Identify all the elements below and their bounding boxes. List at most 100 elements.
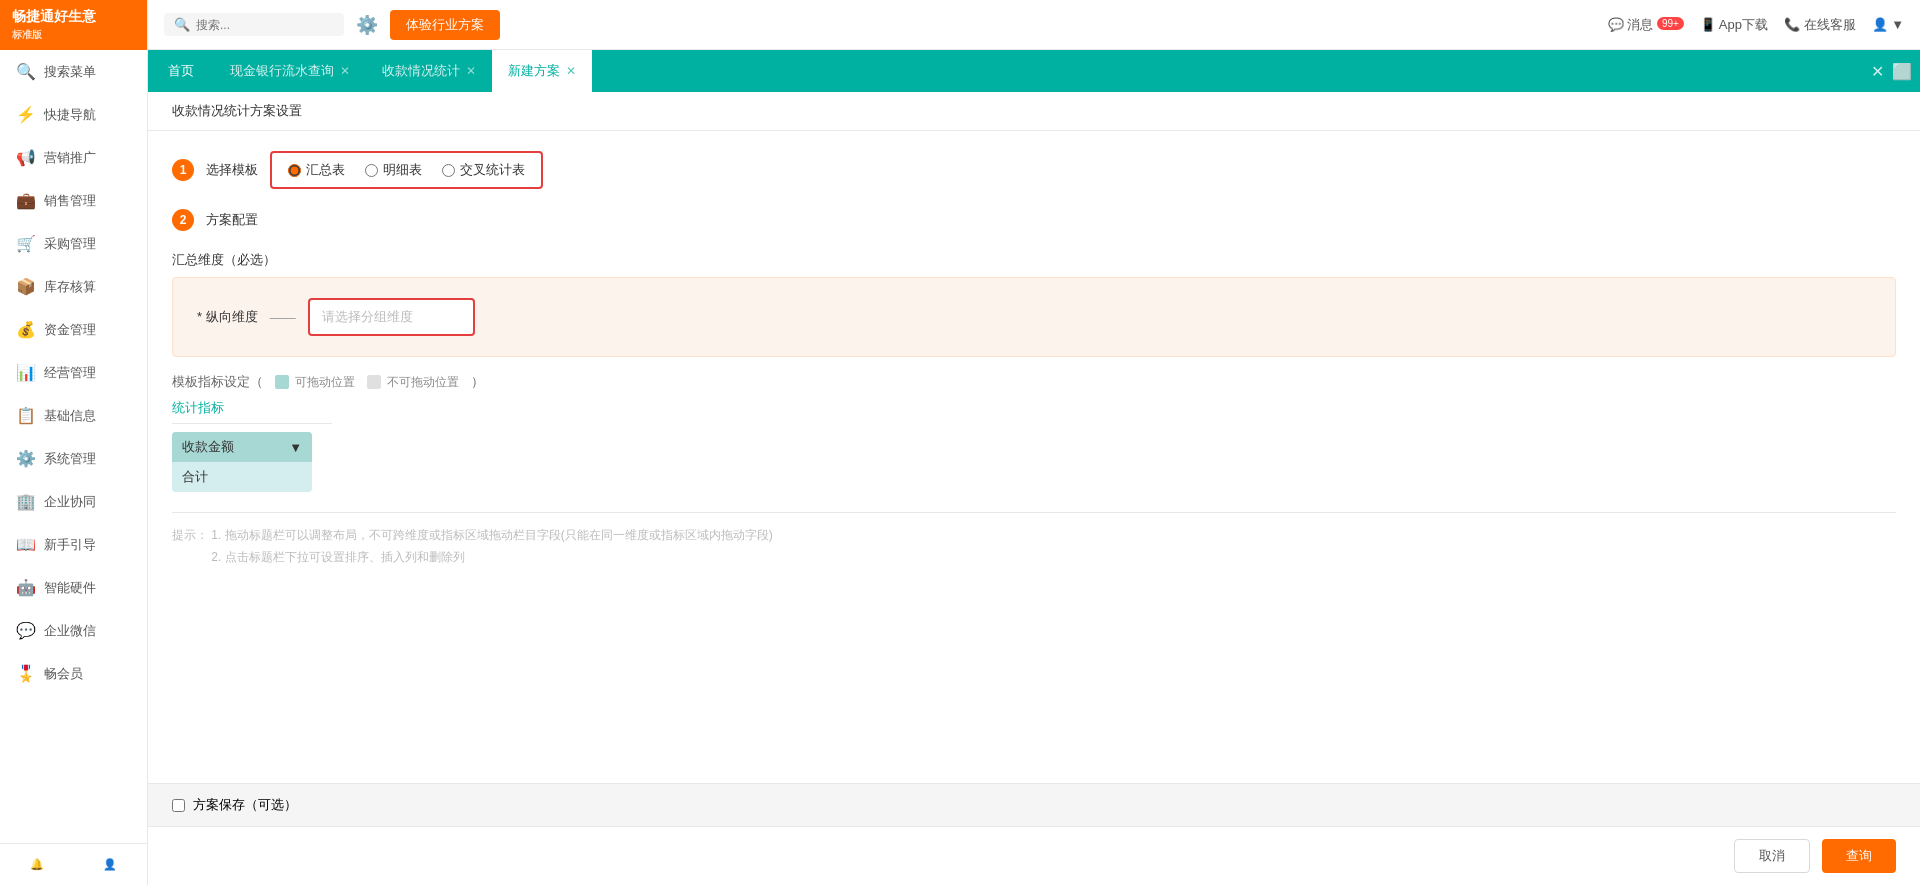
sidebar: 畅捷通好生意 标准版 🔍 搜索菜单 ⚡ 快捷导航 📢营销推广 💼 销售管理 🛒 采购管理 📦库存核…	[0, 0, 148, 885]
sidebar-item-3[interactable]: 💼 销售管理	[0, 179, 147, 222]
close-newplan-icon[interactable]: ✕	[566, 64, 576, 78]
sidebar-bottom: 🔔 👤	[0, 843, 147, 885]
dim-select[interactable]: 请选择分组维度	[308, 298, 475, 336]
metrics-header: 模板指标设定（ 可拖动位置 不可拖动位置 ）	[172, 373, 1896, 391]
save-checkbox[interactable]	[172, 799, 185, 812]
maximize-icon[interactable]: ⬜	[1892, 62, 1912, 81]
sidebar-label-1: 快捷导航	[44, 106, 96, 124]
sidebar-label-13: 企业微信	[44, 622, 96, 640]
step2-circle: 2	[172, 209, 194, 231]
close-window-icon[interactable]: ✕	[1871, 62, 1884, 81]
sidebar-label-9: 系统管理	[44, 450, 96, 468]
tip-2: 2. 点击标题栏下拉可设置排序、插入列和删除列	[172, 547, 1896, 569]
footer-bar: 取消 查询	[148, 826, 1920, 885]
metric-name: 收款金额	[182, 438, 234, 456]
sidebar-label-0: 搜索菜单	[44, 63, 96, 81]
page-title: 收款情况统计方案设置	[148, 92, 1920, 131]
sidebar-item-2[interactable]: 📢营销推广	[0, 136, 147, 179]
sidebar-icon-2: 📢	[16, 148, 36, 167]
tab-new-plan[interactable]: 新建方案 ✕	[492, 50, 592, 92]
sidebar-item-14[interactable]: 🎖️畅会员	[0, 652, 147, 695]
download-icon[interactable]: 📱 App下载	[1700, 16, 1768, 34]
config-section: 汇总维度（必选） * 纵向维度 —— 请选择分组维度 模板指标设定（	[172, 251, 1896, 580]
step2-row: 2 方案配置	[172, 209, 1896, 231]
sidebar-item-11[interactable]: 📖 新手引导	[0, 523, 147, 566]
sidebar-icon-7: 📊	[16, 363, 36, 382]
sidebar-label-11: 新手引导	[44, 536, 96, 554]
sidebar-item-12[interactable]: 🤖智能硬件	[0, 566, 147, 609]
sidebar-icon-5: 📦	[16, 277, 36, 296]
sidebar-icon-6: 💰	[16, 320, 36, 339]
search-box[interactable]: 🔍	[164, 13, 344, 36]
sidebar-icon-4: 🛒	[16, 234, 36, 253]
support-icon[interactable]: 📞 在线客服	[1784, 16, 1856, 34]
summary-dim-label: 汇总维度（必选）	[172, 251, 1896, 269]
metrics-group-label: 统计指标	[172, 399, 332, 424]
save-section: 方案保存（可选）	[148, 783, 1920, 826]
sidebar-icon-11: 📖	[16, 535, 36, 554]
metric-dropdown-icon[interactable]: ▼	[289, 440, 302, 455]
metric-item-body: 合计	[172, 462, 312, 492]
radio-detail[interactable]: 明细表	[365, 161, 422, 179]
template-section: 汇总表 明细表 交叉统计表	[270, 151, 543, 189]
search-input[interactable]	[196, 18, 326, 32]
sidebar-item-6[interactable]: 💰资金管理	[0, 308, 147, 351]
sidebar-icon-3: 💼	[16, 191, 36, 210]
dim-area: * 纵向维度 —— 请选择分组维度	[172, 277, 1896, 357]
sidebar-icon-0: 🔍	[16, 62, 36, 81]
sidebar-label-12: 智能硬件	[44, 579, 96, 597]
sidebar-icon-1: ⚡	[16, 105, 36, 124]
radio-summary[interactable]: 汇总表	[288, 161, 345, 179]
sidebar-item-4[interactable]: 🛒 采购管理	[0, 222, 147, 265]
sidebar-item-7[interactable]: 📊 经营管理	[0, 351, 147, 394]
tip-1: 提示： 1. 拖动标题栏可以调整布局，不可跨维度或指标区域拖动栏目字段(只能在同…	[172, 525, 1896, 547]
step1-circle: 1	[172, 159, 194, 181]
search-icon: 🔍	[174, 17, 190, 32]
save-label[interactable]: 方案保存（可选）	[193, 796, 297, 814]
tab-home[interactable]: 首页	[148, 50, 214, 92]
tab-cashflow[interactable]: 现金银行流水查询 ✕	[214, 50, 366, 92]
sidebar-item-10[interactable]: 🏢企业协同	[0, 480, 147, 523]
non-draggable-legend: 不可拖动位置	[367, 374, 459, 391]
app-name: 畅捷通好生意	[12, 8, 96, 26]
tab-collection[interactable]: 收款情况统计 ✕	[366, 50, 492, 92]
metrics-setting-label: 模板指标设定（	[172, 373, 263, 391]
non-draggable-box	[367, 375, 381, 389]
sidebar-item-1[interactable]: ⚡ 快捷导航	[0, 93, 147, 136]
main-area: 🔍 ⚙️ 体验行业方案 💬 消息 99+ 📱 App下载 📞 在线客服 👤 ▼ …	[148, 0, 1920, 885]
draggable-box	[275, 375, 289, 389]
sidebar-item-5[interactable]: 📦库存核算	[0, 265, 147, 308]
messages-icon[interactable]: 💬 消息 99+	[1608, 16, 1684, 34]
sidebar-label-8: 基础信息	[44, 407, 96, 425]
user-avatar[interactable]: 👤 ▼	[1872, 17, 1904, 32]
industry-btn[interactable]: 体验行业方案	[390, 10, 500, 40]
metrics-section: 模板指标设定（ 可拖动位置 不可拖动位置 ） 统计指标	[172, 373, 1896, 492]
metric-item[interactable]: 收款金额 ▼ 合计	[172, 432, 312, 492]
sidebar-label-3: 销售管理	[44, 192, 96, 210]
step1-row: 1 选择模板 汇总表 明细表 交叉统计表	[172, 151, 1896, 189]
sidebar-bottom-left[interactable]: 🔔	[0, 852, 74, 877]
draggable-label: 可拖动位置	[295, 374, 355, 391]
tips-section: 提示： 1. 拖动标题栏可以调整布局，不可跨维度或指标区域拖动栏目字段(只能在同…	[172, 512, 1896, 580]
settings-icon[interactable]: ⚙️	[356, 14, 378, 36]
sidebar-label-7: 经营管理	[44, 364, 96, 382]
sidebar-item-9[interactable]: ⚙️系统管理	[0, 437, 147, 480]
draggable-legend: 可拖动位置	[275, 374, 355, 391]
sidebar-item-0[interactable]: 🔍 搜索菜单	[0, 50, 147, 93]
sidebar-item-8[interactable]: 📋基础信息	[0, 394, 147, 437]
close-collection-icon[interactable]: ✕	[466, 64, 476, 78]
form-container: 1 选择模板 汇总表 明细表 交叉统计表	[148, 131, 1920, 783]
cancel-button[interactable]: 取消	[1734, 839, 1810, 873]
metric-item-header[interactable]: 收款金额 ▼	[172, 432, 312, 462]
messages-badge: 99+	[1657, 17, 1684, 30]
sidebar-bottom-right[interactable]: 👤	[74, 852, 148, 877]
dim-row: * 纵向维度 —— 请选择分组维度	[197, 298, 1871, 336]
query-button[interactable]: 查询	[1822, 839, 1896, 873]
close-cashflow-icon[interactable]: ✕	[340, 64, 350, 78]
topbar-right: 💬 消息 99+ 📱 App下载 📞 在线客服 👤 ▼	[1608, 16, 1904, 34]
sidebar-label-4: 采购管理	[44, 235, 96, 253]
app-version: 标准版	[12, 28, 96, 42]
sidebar-item-13[interactable]: 💬企业微信	[0, 609, 147, 652]
sidebar-label-10: 企业协同	[44, 493, 96, 511]
radio-cross[interactable]: 交叉统计表	[442, 161, 525, 179]
